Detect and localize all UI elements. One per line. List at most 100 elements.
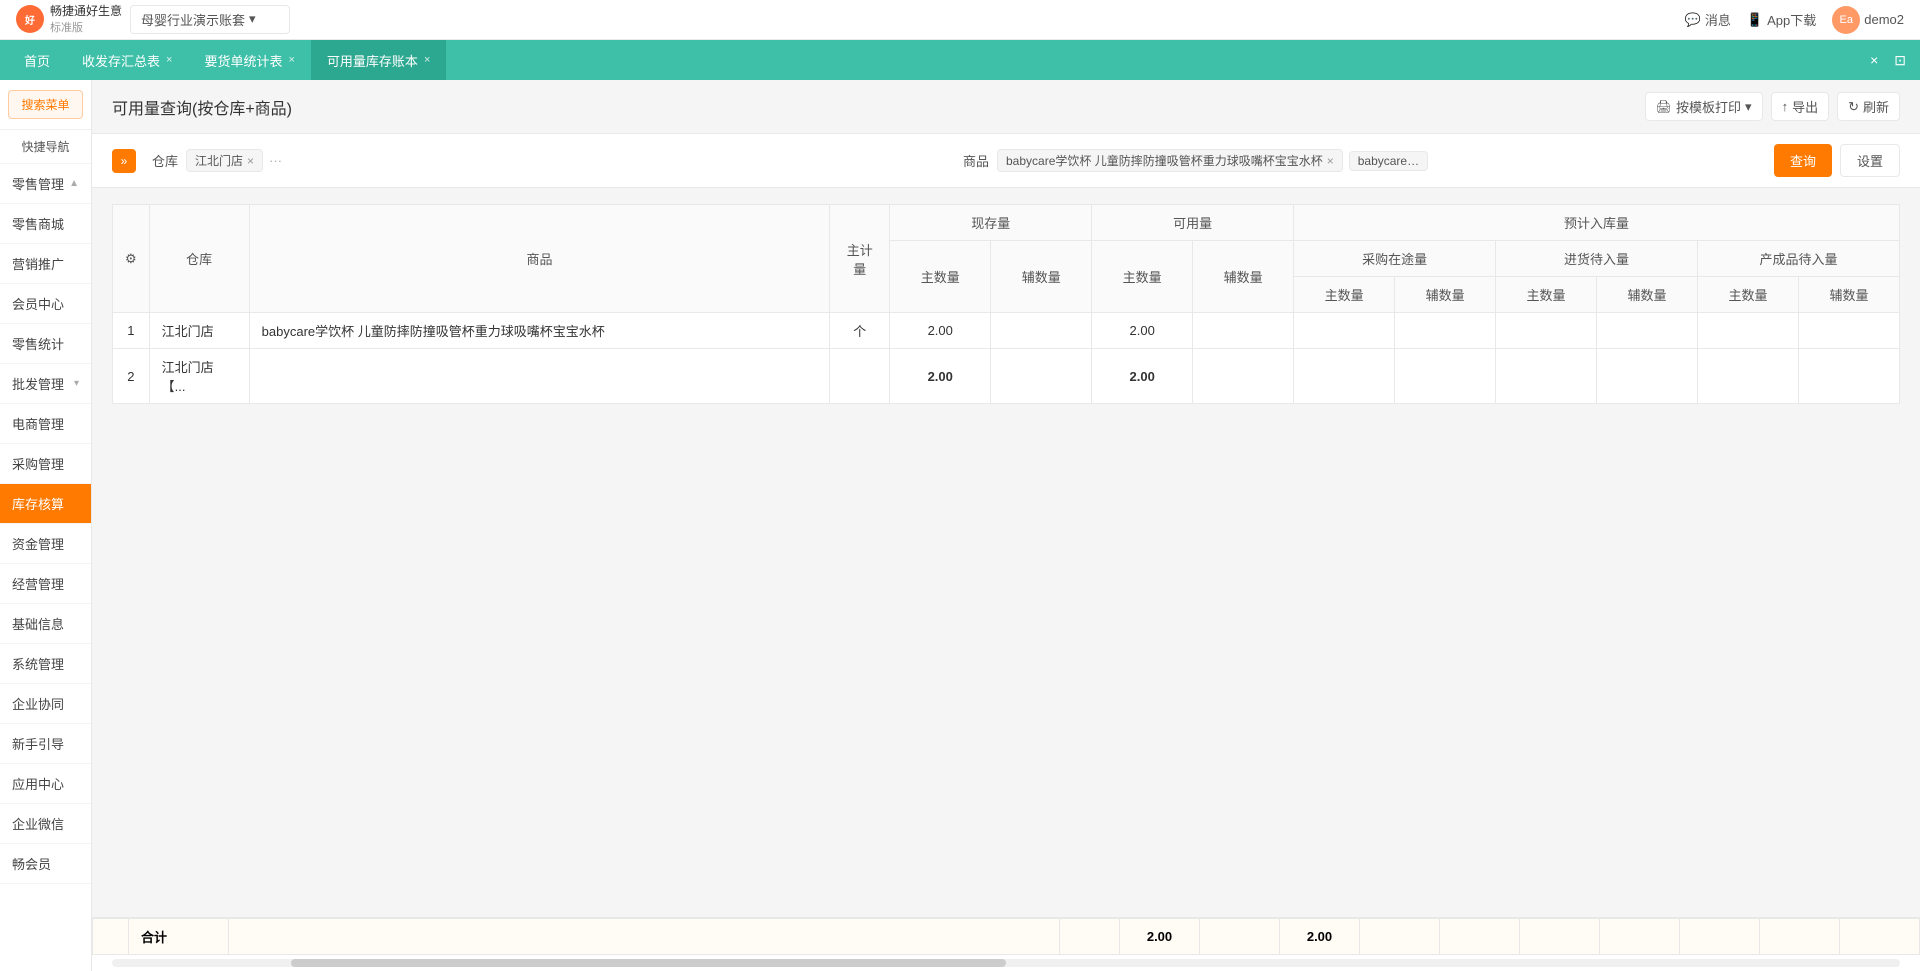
main-layout: 搜索菜单 快捷导航 零售管理 ▲ 零售商城 营销推广 会员中心 零售统计 批发管… — [0, 80, 1920, 971]
scrollbar-wrap — [92, 955, 1920, 971]
page-header: 可用量查询(按仓库+商品) 🖨 按模板打印 ▾ ↑ 导出 ↻ 刷新 — [92, 80, 1920, 134]
nav-restore-btn[interactable]: ⊡ — [1888, 48, 1912, 73]
tab-available-stock-label: 可用量库存账本 — [327, 51, 418, 70]
footer-purch-transit-aux — [1520, 919, 1600, 955]
chevron-icon-retail-mgmt: ▲ — [69, 178, 79, 189]
query-btn[interactable]: 查询 — [1774, 144, 1832, 177]
sidebar-item-app-center[interactable]: 应用中心 — [0, 764, 91, 804]
warehouse-tag-0[interactable]: 江北门店 × — [186, 149, 263, 172]
sidebar-label-purchase-mgmt: 采购管理 — [12, 454, 64, 473]
sidebar-item-system-mgmt[interactable]: 系统管理 — [0, 644, 91, 684]
sidebar-label-basic-info: 基础信息 — [12, 614, 64, 633]
warehouse-tag-text-0: 江北门店 — [195, 152, 243, 169]
tab-order-stats-close[interactable]: × — [288, 54, 294, 66]
product-tag-text-0: babycare学饮杯 儿童防摔防撞吸管杯重力球吸嘴杯宝宝水杯 — [1006, 152, 1323, 169]
tab-available-stock-close[interactable]: × — [424, 54, 430, 66]
warehouse-tag-remove-0[interactable]: × — [247, 154, 254, 168]
table-row: 1 江北门店 babycare学饮杯 儿童防摔防撞吸管杯重力球吸嘴杯宝宝水杯 个… — [113, 313, 1900, 349]
cell-avail-main-1: 2.00 — [1092, 349, 1193, 404]
th-available: 可用量 — [1092, 205, 1294, 241]
message-btn[interactable]: 💬 消息 — [1685, 10, 1731, 29]
nav-close-btn[interactable]: × — [1864, 48, 1884, 72]
sidebar-item-vip-member[interactable]: 畅会员 — [0, 844, 91, 884]
nav-controls: × ⊡ — [1864, 48, 1912, 73]
filter-more-btn[interactable]: ··· — [269, 153, 282, 168]
sidebar-item-purchase-mgmt[interactable]: 采购管理 — [0, 444, 91, 484]
cell-current-main-0: 2.00 — [890, 313, 991, 349]
sidebar-label-enterprise-wechat: 企业微信 — [12, 814, 64, 833]
app-download-btn[interactable]: 📱 App下载 — [1747, 10, 1816, 29]
export-btn[interactable]: ↑ 导出 — [1771, 92, 1830, 121]
tab-receipts[interactable]: 收发存汇总表 × — [66, 40, 188, 80]
product-tag-remove-0[interactable]: × — [1327, 154, 1334, 168]
user-name: demo2 — [1864, 12, 1904, 27]
sidebar-item-enterprise-wechat[interactable]: 企业微信 — [0, 804, 91, 844]
th-current-aux: 辅数量 — [991, 241, 1092, 313]
th-incoming-main: 主数量 — [1496, 277, 1597, 313]
sidebar-item-operations-mgmt[interactable]: 经营管理 — [0, 564, 91, 604]
scrollbar-track[interactable] — [112, 959, 1900, 967]
product-tag-1[interactable]: babycare… — [1349, 151, 1428, 171]
scrollbar-thumb[interactable] — [291, 959, 1006, 967]
refresh-label: 刷新 — [1863, 97, 1889, 116]
industry-selector[interactable]: 母婴行业演示账套 ▾ — [130, 5, 290, 34]
th-purchase-transit-main: 主数量 — [1294, 277, 1395, 313]
cell-index-0: 1 — [113, 313, 150, 349]
cell-purch-transit-main-1 — [1294, 349, 1395, 404]
sidebar-item-member-center[interactable]: 会员中心 — [0, 284, 91, 324]
filter-settings-btn[interactable]: 设置 — [1840, 144, 1900, 177]
sidebar-item-marketing[interactable]: 营销推广 — [0, 244, 91, 284]
export-label: 导出 — [1792, 97, 1818, 116]
sidebar-item-inventory-check[interactable]: 库存核算 — [0, 484, 91, 524]
sidebar-item-ecommerce-mgmt[interactable]: 电商管理 — [0, 404, 91, 444]
cell-product-1 — [249, 349, 830, 404]
th-warehouse: 仓库 — [149, 205, 249, 313]
sidebar-item-retail-mgmt[interactable]: 零售管理 ▲ — [0, 164, 91, 204]
filter-bar: » 仓库 江北门店 × ··· 商品 babycare学饮杯 儿童防摔防撞吸管杯… — [92, 134, 1920, 188]
cell-purch-transit-main-0 — [1294, 313, 1395, 349]
cell-product-0: babycare学饮杯 儿童防摔防撞吸管杯重力球吸嘴杯宝宝水杯 — [249, 313, 830, 349]
sidebar-item-wholesale-mgmt[interactable]: 批发管理 ▾ — [0, 364, 91, 404]
sidebar-item-new-guide[interactable]: 新手引导 — [0, 724, 91, 764]
th-current-main: 主数量 — [890, 241, 991, 313]
th-incoming-aux: 辅数量 — [1597, 277, 1698, 313]
print-btn[interactable]: 🖨 按模板打印 ▾ — [1645, 92, 1763, 121]
sidebar-item-enterprise-collab[interactable]: 企业协同 — [0, 684, 91, 724]
search-menu-btn[interactable]: 搜索菜单 — [8, 90, 83, 119]
quick-nav-btn[interactable]: 快捷导航 — [0, 130, 91, 164]
cell-unit-0: 个 — [830, 313, 890, 349]
sidebar: 搜索菜单 快捷导航 零售管理 ▲ 零售商城 营销推广 会员中心 零售统计 批发管… — [0, 80, 92, 971]
product-tag-0[interactable]: babycare学饮杯 儿童防摔防撞吸管杯重力球吸嘴杯宝宝水杯 × — [997, 149, 1343, 172]
footer-total: 合计 2.00 2.00 — [92, 917, 1920, 971]
filter-actions: 查询 设置 — [1774, 144, 1900, 177]
filter-expand-btn[interactable]: » — [112, 149, 136, 173]
sidebar-item-retail-stats[interactable]: 零售统计 — [0, 324, 91, 364]
settings-icon[interactable]: ⚙ — [125, 251, 137, 266]
sidebar-item-basic-info[interactable]: 基础信息 — [0, 604, 91, 644]
table-area: ⚙ 仓库 商品 主计量 现存量 可用量 预计入库量 主数量 辅数量 主数量 辅数… — [92, 188, 1920, 917]
top-bar-left: 好 畅捷通好生意 标准版 母婴行业演示账套 ▾ — [16, 4, 290, 34]
tab-order-stats[interactable]: 要货单统计表 × — [188, 40, 310, 80]
footer-incoming-main — [1600, 919, 1680, 955]
sidebar-label-retail-mgmt: 零售管理 — [12, 174, 64, 193]
logo-text: 畅捷通好生意 — [50, 4, 122, 18]
sidebar-item-finance-mgmt[interactable]: 资金管理 — [0, 524, 91, 564]
footer-available-aux — [1360, 919, 1440, 955]
data-table: ⚙ 仓库 商品 主计量 现存量 可用量 预计入库量 主数量 辅数量 主数量 辅数… — [112, 204, 1900, 404]
tab-available-stock[interactable]: 可用量库存账本 × — [311, 40, 446, 80]
chevron-down-icon: ▾ — [249, 11, 256, 27]
tab-home[interactable]: 首页 — [8, 40, 66, 80]
cell-current-main-1: 2.00 — [890, 349, 991, 404]
table-row: 2 江北门店【... 2.00 2.00 — [113, 349, 1900, 404]
refresh-btn[interactable]: ↻ 刷新 — [1837, 92, 1900, 121]
sidebar-label-ecommerce-mgmt: 电商管理 — [12, 414, 64, 433]
sidebar-item-retail-store[interactable]: 零售商城 — [0, 204, 91, 244]
sidebar-search: 搜索菜单 — [0, 80, 91, 130]
user-btn[interactable]: Ea demo2 — [1832, 6, 1904, 34]
cell-production-aux-0 — [1798, 313, 1899, 349]
tab-receipts-close[interactable]: × — [166, 54, 172, 66]
sidebar-label-enterprise-collab: 企业协同 — [12, 694, 64, 713]
cell-current-aux-1 — [991, 349, 1092, 404]
footer-current-main: 2.00 — [1120, 919, 1200, 955]
top-bar: 好 畅捷通好生意 标准版 母婴行业演示账套 ▾ 💬 消息 📱 App下载 Ea … — [0, 0, 1920, 40]
